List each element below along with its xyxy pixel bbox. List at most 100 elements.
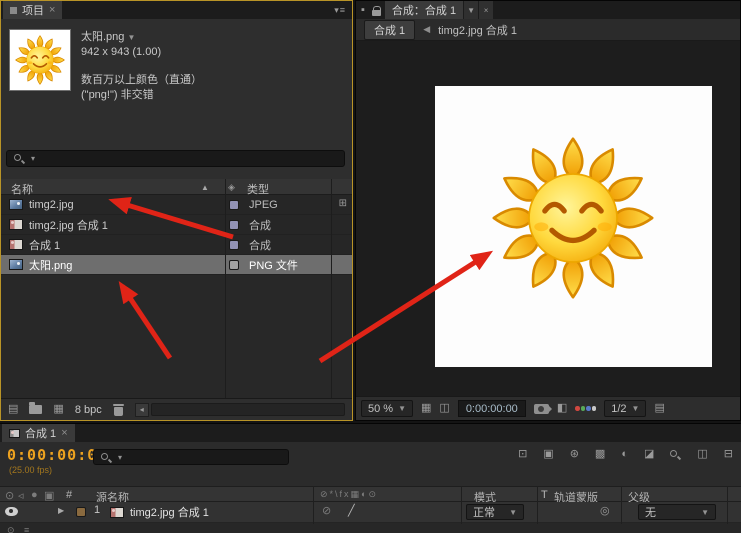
parent-pickwhip-icon[interactable]: ◎ bbox=[600, 506, 610, 517]
layer-expand-icon[interactable]: ▶ bbox=[58, 506, 64, 515]
project-tab[interactable]: 项目 × bbox=[3, 1, 63, 19]
chevron-down-icon[interactable]: ▾ bbox=[31, 154, 35, 163]
label-color-chip[interactable] bbox=[229, 239, 239, 250]
blend-mode-select[interactable]: 正常 ▼ bbox=[466, 504, 524, 520]
footage-name[interactable]: 太阳.png bbox=[81, 31, 124, 43]
footage-color-depth: 数百万以上颜色（直通） bbox=[81, 74, 202, 86]
composition-viewer[interactable] bbox=[356, 41, 740, 396]
composition-footer: 50 % ▼ ▦ ◫ 0:00:00:00 ◧ 1/2 ▼ ▤ bbox=[356, 396, 740, 420]
project-search-input[interactable]: ▾ bbox=[6, 150, 345, 167]
show-snapshot-icon[interactable]: ◧ bbox=[557, 403, 567, 414]
composition-tabbar: ▪ 合成：合成 1 ▼ × bbox=[356, 1, 740, 19]
footage-info: 太阳.png ▼ 942 x 943 (1.00) 数百万以上颜色（直通） ("… bbox=[81, 29, 202, 103]
flowchart-icon[interactable]: ⊞ bbox=[339, 199, 347, 209]
chevron-down-icon: ▼ bbox=[509, 507, 517, 517]
draft-3d-icon[interactable]: ▣ bbox=[543, 449, 553, 460]
interpret-footage-icon[interactable]: ▤ bbox=[8, 404, 18, 415]
chevron-down-icon[interactable]: ▾ bbox=[118, 453, 122, 462]
framerate-label: (25.00 fps) bbox=[9, 465, 53, 475]
item-name: timg2.jpg bbox=[29, 198, 74, 211]
project-row-timg2[interactable]: timg2.jpg JPEG ⊞ bbox=[1, 195, 352, 215]
project-row-timg2-comp[interactable]: timg2.jpg 合成 1 合成 bbox=[1, 215, 352, 235]
item-type: PNG 文件 bbox=[249, 259, 298, 272]
chevron-down-icon: ▼ bbox=[398, 404, 406, 413]
mini-flowchart-icon[interactable]: ⊡ bbox=[518, 449, 527, 460]
frame-blending-icon[interactable]: ▩ bbox=[595, 449, 605, 460]
toggle-switches-icon[interactable]: ⊙ bbox=[7, 525, 15, 533]
sort-ascending-icon[interactable]: ▲ bbox=[201, 183, 209, 192]
item-type: JPEG bbox=[249, 198, 278, 211]
close-icon[interactable]: × bbox=[479, 1, 494, 19]
switches-column-icons: ⊘*\fx▦◐⊙ bbox=[320, 489, 379, 499]
zoom-tool-icon[interactable] bbox=[670, 449, 681, 460]
quality-switch-icon[interactable]: ⊘ bbox=[322, 504, 331, 517]
panel-menu-icon[interactable]: ▾≡ bbox=[328, 1, 352, 19]
project-row-comp1[interactable]: 合成 1 合成 bbox=[1, 235, 352, 255]
timeline-toolbar: ⊡ ▣ ⊛ ▩ ◐ ◪ ◫ ⊟ bbox=[518, 449, 733, 460]
footage-icon bbox=[9, 259, 23, 270]
composition-icon bbox=[110, 507, 124, 521]
tab-dropdown-icon[interactable]: ▼ bbox=[464, 1, 479, 19]
composition-panel: ▪ 合成：合成 1 ▼ × 合成 1 ◀ timg2.jpg 合成 1 50 %… bbox=[355, 0, 741, 421]
label-column-icon[interactable]: ◈ bbox=[228, 182, 235, 193]
project-row-sun-selected[interactable]: 太阳.png PNG 文件 bbox=[1, 255, 352, 275]
fast-previews-icon[interactable]: ▤ bbox=[654, 403, 664, 414]
label-color-chip[interactable] bbox=[229, 259, 239, 270]
snapshot-icon[interactable] bbox=[533, 403, 552, 414]
region-of-interest-icon[interactable]: ◫ bbox=[697, 449, 707, 460]
footage-thumbnail[interactable] bbox=[9, 29, 71, 91]
label-color-chip[interactable] bbox=[229, 219, 239, 230]
timeline-controls: 0:00:00:00 (25.00 fps) ▾ ⊡ ▣ ⊛ ▩ ◐ ◪ ◫ ⊟ bbox=[0, 442, 741, 486]
layer-visibility-icon[interactable] bbox=[5, 507, 18, 519]
chevron-down-icon[interactable]: ▼ bbox=[127, 33, 135, 42]
rasterize-switch-icon[interactable]: ╱ bbox=[348, 504, 355, 517]
column-header-index[interactable]: # bbox=[66, 489, 72, 501]
delete-icon[interactable] bbox=[112, 403, 124, 416]
panel-options-icon[interactable]: ⊟ bbox=[724, 449, 733, 460]
composition-tab[interactable]: 合成：合成 1 bbox=[384, 1, 464, 19]
resolution-select[interactable]: 1/2 ▼ bbox=[604, 400, 647, 417]
column-divider bbox=[727, 486, 728, 524]
graph-editor-icon[interactable]: ◪ bbox=[644, 449, 654, 460]
grid-and-guides-icon[interactable]: ▦ bbox=[421, 403, 431, 414]
project-footer: ▤ ▦ 8 bpc ◂ bbox=[1, 398, 352, 420]
horizontal-scrollbar[interactable]: ◂ bbox=[134, 402, 345, 417]
mini-flowchart-breadcrumb: 合成 1 ◀ timg2.jpg 合成 1 bbox=[356, 19, 740, 41]
audio-column-icon: ◃ bbox=[18, 490, 24, 502]
layer-name[interactable]: timg2.jpg 合成 1 bbox=[130, 504, 209, 520]
parent-select[interactable]: 无 ▼ bbox=[638, 504, 716, 520]
timeline-tab[interactable]: 合成 1 × bbox=[2, 424, 75, 442]
project-tabbar: 项目 × ▾≡ bbox=[1, 1, 352, 19]
search-icon bbox=[101, 452, 112, 463]
scroll-left-icon[interactable]: ◂ bbox=[134, 402, 149, 417]
close-icon[interactable]: × bbox=[61, 427, 67, 439]
breadcrumb-current[interactable]: timg2.jpg 合成 1 bbox=[438, 22, 517, 38]
preview-time[interactable]: 0:00:00:00 bbox=[457, 400, 526, 417]
parent-value: 无 bbox=[645, 507, 656, 519]
breadcrumb-comp-button[interactable]: 合成 1 bbox=[364, 19, 416, 40]
new-folder-icon[interactable] bbox=[29, 402, 43, 414]
timeline-panel: 合成 1 × 0:00:00:00 (25.00 fps) ▾ ⊡ ▣ ⊛ ▩ … bbox=[0, 423, 741, 533]
close-icon[interactable]: × bbox=[49, 4, 55, 16]
label-color-chip[interactable] bbox=[229, 199, 239, 210]
expand-columns-icon[interactable]: ≡ bbox=[24, 525, 29, 533]
timeline-layer-row[interactable]: ▶ 1 timg2.jpg 合成 1 ⊘ ╱ 正常 ▼ ◎ 无 ▼ bbox=[0, 502, 741, 523]
timeline-search-input[interactable]: ▾ bbox=[93, 449, 289, 465]
project-bit-depth[interactable]: 8 bpc bbox=[75, 404, 102, 416]
scrollbar-track[interactable] bbox=[150, 403, 345, 416]
new-composition-icon[interactable]: ▦ bbox=[53, 404, 63, 415]
layer-label-chip[interactable] bbox=[76, 507, 86, 517]
zoom-select[interactable]: 50 % ▼ bbox=[361, 400, 413, 417]
hide-shy-layers-icon[interactable]: ⊛ bbox=[570, 449, 579, 460]
composition-canvas[interactable] bbox=[435, 86, 712, 367]
sun-layer-image[interactable] bbox=[485, 130, 661, 306]
motion-blur-icon[interactable]: ◐ bbox=[621, 449, 628, 460]
column-header-preserve[interactable]: T bbox=[541, 489, 548, 501]
item-name: 合成 1 bbox=[29, 239, 61, 252]
composition-icon bbox=[9, 239, 23, 250]
mask-visibility-icon[interactable]: ◫ bbox=[439, 403, 449, 414]
channel-icon[interactable] bbox=[575, 406, 597, 411]
lock-icon[interactable] bbox=[369, 1, 384, 19]
project-list-header[interactable]: 名称 ▲ ◈ 类型 bbox=[1, 179, 352, 196]
blend-mode-value: 正常 bbox=[473, 507, 495, 519]
